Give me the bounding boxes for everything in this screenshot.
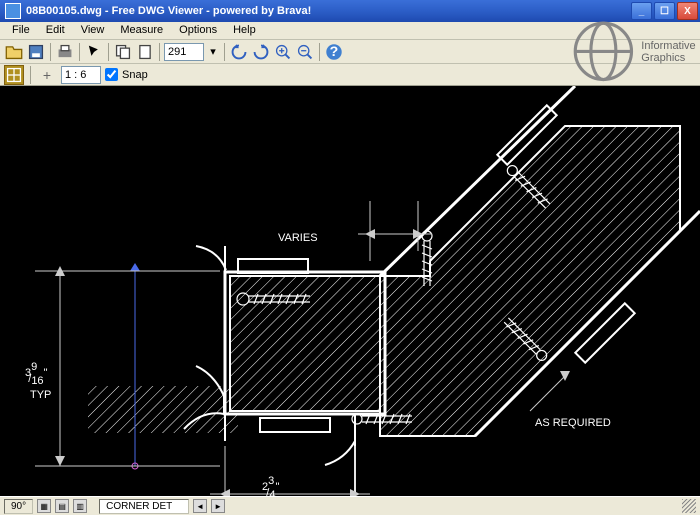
separator <box>79 43 80 61</box>
status-bar: 90° ▦ ▤ ▥ CORNER DET ◄ ► <box>0 496 700 515</box>
label-as-required: AS REQUIRED <box>535 417 611 429</box>
window-title: 08B00105.dwg - Free DWG Viewer - powered… <box>24 5 631 17</box>
separator <box>108 43 109 61</box>
zoom-in-button[interactable] <box>273 42 293 62</box>
separator <box>224 43 225 61</box>
separator <box>159 43 160 61</box>
print-button[interactable] <box>55 42 75 62</box>
menu-measure[interactable]: Measure <box>112 22 171 39</box>
globe-icon <box>569 17 638 86</box>
add-button[interactable]: + <box>37 65 57 85</box>
resize-grip[interactable] <box>682 499 696 513</box>
open-button[interactable] <box>4 42 24 62</box>
ratio-input[interactable] <box>61 66 101 84</box>
zoom-dropdown[interactable]: ▾ <box>206 42 220 62</box>
rotate-right-button[interactable] <box>251 42 271 62</box>
next-tab-button[interactable]: ► <box>211 499 225 513</box>
cad-drawing: 39/16" TYP 23/4" VARIES AS REQUIRED <box>0 86 700 496</box>
separator <box>30 66 31 84</box>
prev-tab-button[interactable]: ◄ <box>193 499 207 513</box>
separator <box>319 43 320 61</box>
pointer-button[interactable] <box>84 42 104 62</box>
snap-label: Snap <box>122 69 148 81</box>
menu-edit[interactable]: Edit <box>38 22 73 39</box>
vendor-text: Informative Graphics <box>641 40 696 64</box>
app-name: Free DWG Viewer - powered by Brava! <box>112 5 312 17</box>
dim-typ: TYP <box>30 389 51 401</box>
layout-tab[interactable]: CORNER DET <box>99 499 189 514</box>
save-button[interactable] <box>26 42 46 62</box>
rotate-left-button[interactable] <box>229 42 249 62</box>
drawing-viewport[interactable]: 39/16" TYP 23/4" VARIES AS REQUIRED <box>0 86 700 496</box>
help-button[interactable]: ? <box>324 42 344 62</box>
svg-text:?: ? <box>330 43 339 59</box>
snap-checkbox[interactable] <box>105 68 118 81</box>
vendor-logo: Informative Graphics <box>569 17 696 86</box>
menu-help[interactable]: Help <box>225 22 264 39</box>
doc-button[interactable] <box>135 42 155 62</box>
zoom-out-button[interactable] <box>295 42 315 62</box>
dim-width: 23/4" <box>262 475 279 496</box>
app-icon <box>5 3 21 19</box>
filename: 08B00105.dwg <box>26 5 102 17</box>
main-toolbar: ▾ ? Informative Graphics <box>0 40 700 64</box>
zoom-input[interactable] <box>164 43 204 61</box>
sb-icon-1[interactable]: ▦ <box>37 499 51 513</box>
sb-icon-3[interactable]: ▥ <box>73 499 87 513</box>
menu-view[interactable]: View <box>73 22 113 39</box>
menu-file[interactable]: File <box>4 22 38 39</box>
layer-button[interactable] <box>4 65 24 85</box>
separator <box>50 43 51 61</box>
angle-indicator: 90° <box>4 499 33 514</box>
dim-height: 39/16" <box>25 361 48 387</box>
sb-icon-2[interactable]: ▤ <box>55 499 69 513</box>
label-varies: VARIES <box>278 232 318 244</box>
menu-options[interactable]: Options <box>171 22 225 39</box>
copy-button[interactable] <box>113 42 133 62</box>
